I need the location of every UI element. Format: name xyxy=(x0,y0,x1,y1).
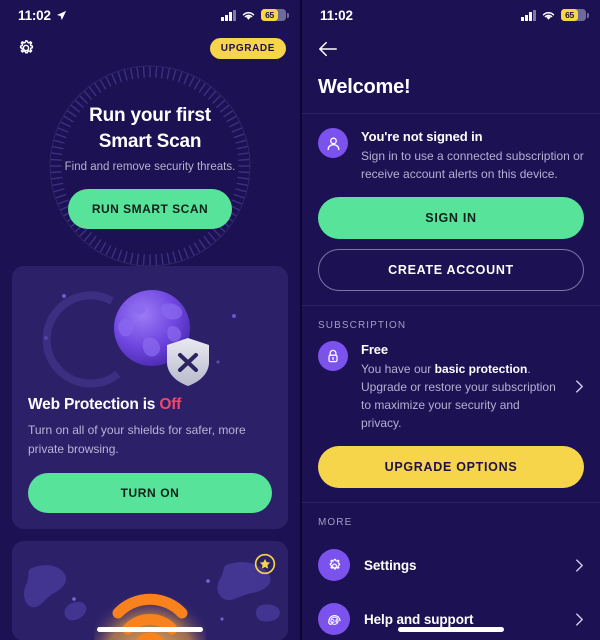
dual-screen-container: 11:02 65 UPGRADE Run your first Smart Sc… xyxy=(0,0,600,640)
headset-24-support-icon: 24 xyxy=(318,603,350,635)
dashboard-topbar: UPGRADE xyxy=(0,30,300,66)
globe-with-shield-x-icon xyxy=(12,266,288,396)
menu-item-help-label: Help and support xyxy=(364,611,474,627)
account-row: You're not signed in Sign in to use a co… xyxy=(318,128,584,183)
web-protection-status: Off xyxy=(159,396,182,413)
dashboard-screen: 11:02 65 UPGRADE Run your first Smart Sc… xyxy=(0,0,300,640)
sign-in-button[interactable]: SIGN IN xyxy=(318,197,584,239)
wifi-icon xyxy=(242,11,255,20)
hero-title: Run your first Smart Scan xyxy=(89,103,211,155)
menu-item-settings-label: Settings xyxy=(364,557,417,573)
status-bar-right-group: 65 xyxy=(221,8,289,22)
battery-indicator: 65 xyxy=(261,8,289,22)
account-title: You're not signed in xyxy=(361,129,483,144)
run-smart-scan-button[interactable]: RUN SMART SCAN xyxy=(67,189,233,229)
more-section-label: MORE xyxy=(318,517,353,528)
chevron-right-icon[interactable] xyxy=(575,612,584,627)
web-protection-title: Web Protection is Off xyxy=(28,396,272,414)
battery-indicator: 65 xyxy=(561,8,589,22)
back-arrow-icon[interactable] xyxy=(318,40,338,58)
account-screen: 11:02 65 Welcome! You're not signed in S… xyxy=(300,0,600,640)
subscription-section: Free You have our basic protection. Upgr… xyxy=(302,341,600,502)
status-bar-right-right-group: 65 xyxy=(521,8,589,22)
back-row xyxy=(302,30,600,68)
home-indicator-right xyxy=(398,627,504,632)
subscription-text: Free You have our basic protection. Upgr… xyxy=(361,341,562,432)
menu-item-help-and-support[interactable]: 24 Help and support xyxy=(302,592,600,640)
lock-icon xyxy=(318,341,348,371)
battery-level: 65 xyxy=(565,10,574,20)
web-protection-title-prefix: Web Protection is xyxy=(28,396,160,413)
gear-icon xyxy=(318,549,350,581)
hero-subtitle: Find and remove security threats. xyxy=(64,161,236,173)
hero-title-line1: Run your first xyxy=(89,105,211,126)
person-icon xyxy=(318,128,348,158)
status-bar-right-left-group: 11:02 xyxy=(320,8,353,23)
account-section: You're not signed in Sign in to use a co… xyxy=(302,114,600,305)
turn-on-button[interactable]: TURN ON xyxy=(28,473,272,513)
account-text: You're not signed in Sign in to use a co… xyxy=(361,128,584,183)
upgrade-button[interactable]: UPGRADE xyxy=(209,37,286,59)
wifi-icon xyxy=(542,11,555,20)
subscription-title: Free xyxy=(361,342,389,357)
smart-scan-hero: Run your first Smart Scan Find and remov… xyxy=(0,65,300,267)
subscription-description: You have our basic protection. Upgrade o… xyxy=(361,360,562,432)
gear-icon[interactable] xyxy=(14,36,38,60)
hero-title-line2: Smart Scan xyxy=(98,131,202,152)
home-indicator-left xyxy=(97,627,203,632)
subscription-section-label: SUBSCRIPTION xyxy=(318,320,407,331)
subscription-desc-bold: basic protection xyxy=(434,362,528,376)
shield-x-badge xyxy=(167,338,209,386)
battery-level: 65 xyxy=(265,10,274,20)
subscription-row[interactable]: Free You have our basic protection. Upgr… xyxy=(318,341,584,432)
account-description: Sign in to use a connected subscription … xyxy=(361,149,584,181)
upgrade-options-button[interactable]: UPGRADE OPTIONS xyxy=(318,446,584,488)
location-arrow-icon xyxy=(56,10,66,20)
status-time: 11:02 xyxy=(18,7,51,23)
status-bar-left: 11:02 65 xyxy=(0,0,300,30)
chevron-right-icon[interactable] xyxy=(575,379,584,394)
vpn-card[interactable] xyxy=(12,541,288,640)
page-title: Welcome! xyxy=(318,76,411,98)
star-badge-icon xyxy=(254,553,276,575)
web-protection-description: Turn on all of your shields for safer, m… xyxy=(28,423,246,456)
subscription-desc-part1: You have our xyxy=(361,362,435,376)
dashboard-cards: Web Protection is Off Turn on all of you… xyxy=(0,266,300,640)
cellular-signal-icon xyxy=(521,9,536,21)
status-time: 11:02 xyxy=(320,7,353,23)
chevron-right-icon[interactable] xyxy=(575,558,584,573)
menu-item-settings[interactable]: Settings xyxy=(302,538,600,592)
cellular-signal-icon xyxy=(221,9,236,21)
web-protection-card[interactable]: Web Protection is Off Turn on all of you… xyxy=(12,266,288,529)
web-protection-body: Web Protection is Off Turn on all of you… xyxy=(12,396,288,529)
create-account-button[interactable]: CREATE ACCOUNT xyxy=(318,249,584,291)
more-menu: Settings 24 Help and support xyxy=(302,538,600,640)
status-bar-right: 11:02 65 xyxy=(302,0,600,30)
vpn-wifi-globe-icon xyxy=(12,541,288,640)
status-bar-left-group: 11:02 xyxy=(18,8,67,23)
